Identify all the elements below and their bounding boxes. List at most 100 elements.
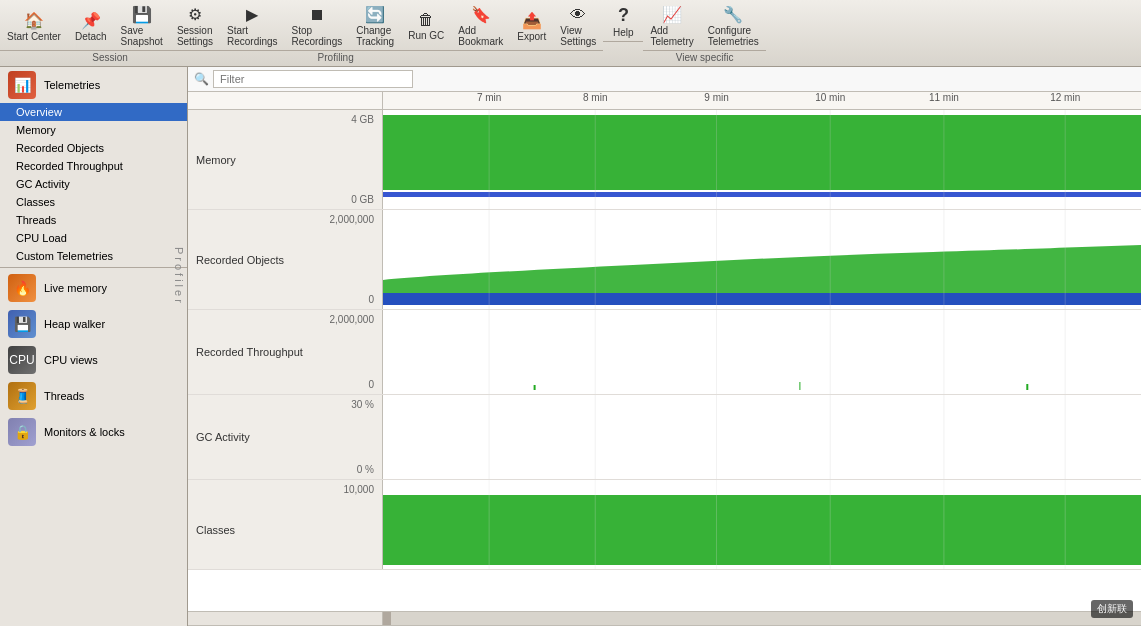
svg-rect-1 bbox=[383, 192, 1141, 197]
sidebar-item-threads[interactable]: 🧵 Threads bbox=[0, 378, 187, 414]
chart-row-recorded-throughput: 2,000,000 Recorded Throughput 0 bbox=[188, 310, 1141, 395]
heap-walker-icon: 💾 bbox=[8, 310, 36, 338]
run-gc-button[interactable]: 🗑 Run GC bbox=[401, 2, 451, 50]
cpu-views-icon: CPU bbox=[8, 346, 36, 374]
chart-label-area-recorded-objects: 2,000,000 Recorded Objects 0 bbox=[188, 210, 383, 309]
export-button[interactable]: 📤 Export bbox=[510, 2, 553, 50]
sidebar-item-heap-walker[interactable]: 💾 Heap walker bbox=[0, 306, 187, 342]
session-settings-label: SessionSettings bbox=[177, 25, 213, 47]
gc-activity-scale-top: 30 % bbox=[196, 399, 374, 410]
overview-label: Overview bbox=[16, 106, 62, 118]
chart-row-recorded-objects: 2,000,000 Recorded Objects 0 bbox=[188, 210, 1141, 310]
sidebar-item-threads-sub[interactable]: Threads bbox=[0, 211, 187, 229]
sidebar-item-classes[interactable]: Classes bbox=[0, 193, 187, 211]
help-group: ? Help bbox=[603, 2, 643, 64]
export-icon: 📤 bbox=[522, 11, 542, 30]
add-telemetry-button[interactable]: 📈 AddTelemetry bbox=[643, 2, 700, 50]
middle-group-label bbox=[451, 50, 603, 64]
configure-telemetries-icon: 🔧 bbox=[723, 5, 743, 24]
start-recordings-label: StartRecordings bbox=[227, 25, 278, 47]
sidebar-item-gc-activity[interactable]: GC Activity bbox=[0, 175, 187, 193]
toolbar: 🏠 Start Center 📌 Detach 💾 SaveSnapshot ⚙… bbox=[0, 0, 1141, 67]
detach-button[interactable]: 📌 Detach bbox=[68, 2, 114, 50]
change-tracking-button[interactable]: 🔄 ChangeTracking bbox=[349, 2, 401, 50]
memory-chart-canvas[interactable] bbox=[383, 110, 1141, 209]
sidebar-item-overview[interactable]: Overview bbox=[0, 103, 187, 121]
classes-label: Classes bbox=[16, 196, 55, 208]
chart-label-area-classes: 10,000 Classes bbox=[188, 480, 383, 569]
recorded-objects-scale-bottom: 0 bbox=[196, 294, 374, 305]
stop-recordings-label: StopRecordings bbox=[292, 25, 343, 47]
monitors-locks-label: Monitors & locks bbox=[44, 426, 125, 438]
sidebar-item-memory[interactable]: Memory bbox=[0, 121, 187, 139]
watermark-text: 创新联 bbox=[1097, 603, 1127, 614]
change-tracking-icon: 🔄 bbox=[365, 5, 385, 24]
sidebar-item-live-memory[interactable]: 🔥 Live memory bbox=[0, 270, 187, 306]
sidebar: 📊 Telemetries Overview Memory Recorded O… bbox=[0, 67, 188, 626]
gc-activity-chart-canvas[interactable] bbox=[383, 395, 1141, 479]
gc-activity-chart-label: GC Activity bbox=[196, 431, 374, 443]
save-snapshot-label: SaveSnapshot bbox=[121, 25, 163, 47]
save-snapshot-button[interactable]: 💾 SaveSnapshot bbox=[114, 2, 170, 50]
svg-rect-30 bbox=[383, 495, 1141, 565]
telemetries-label: Telemetries bbox=[44, 79, 100, 91]
time-label-10: 10 min bbox=[815, 92, 845, 103]
classes-scale-top: 10,000 bbox=[196, 484, 374, 495]
add-bookmark-button[interactable]: 🔖 AddBookmark bbox=[451, 2, 510, 50]
memory-chart-label: Memory bbox=[196, 154, 374, 166]
gc-activity-label: GC Activity bbox=[16, 178, 70, 190]
sidebar-item-monitors-locks[interactable]: 🔒 Monitors & locks bbox=[0, 414, 187, 450]
stop-recordings-button[interactable]: ⏹ StopRecordings bbox=[285, 2, 350, 50]
view-settings-button[interactable]: 👁 ViewSettings bbox=[553, 2, 603, 50]
help-icon: ? bbox=[618, 5, 629, 26]
scrollbar-track[interactable] bbox=[383, 612, 1141, 625]
main-container: 📊 Telemetries Overview Memory Recorded O… bbox=[0, 67, 1141, 626]
session-settings-button[interactable]: ⚙ SessionSettings bbox=[170, 2, 220, 50]
sidebar-item-custom-telemetries[interactable]: Custom Telemetries bbox=[0, 247, 187, 265]
detach-icon: 📌 bbox=[81, 11, 101, 30]
sidebar-item-cpu-load[interactable]: CPU Load bbox=[0, 229, 187, 247]
sidebar-item-telemetries[interactable]: 📊 Telemetries bbox=[0, 67, 187, 103]
recorded-throughput-label: Recorded Throughput bbox=[16, 160, 123, 172]
chart-row-classes: 10,000 Classes bbox=[188, 480, 1141, 570]
gc-activity-scale-bottom: 0 % bbox=[196, 464, 374, 475]
help-label: Help bbox=[613, 27, 634, 38]
start-center-button[interactable]: 🏠 Start Center bbox=[0, 2, 68, 50]
start-recordings-button[interactable]: ▶ StartRecordings bbox=[220, 2, 285, 50]
configure-telemetries-button[interactable]: 🔧 ConfigureTelemetries bbox=[701, 2, 766, 50]
configure-telemetries-label: ConfigureTelemetries bbox=[708, 25, 759, 47]
chart-label-area-recorded-throughput: 2,000,000 Recorded Throughput 0 bbox=[188, 310, 383, 394]
filter-input[interactable] bbox=[213, 70, 413, 88]
live-memory-label: Live memory bbox=[44, 282, 107, 294]
charts-container[interactable]: 4 GB Memory 0 GB bbox=[188, 110, 1141, 611]
svg-rect-8 bbox=[383, 293, 1141, 305]
export-label: Export bbox=[517, 31, 546, 42]
scrollbar-spacer bbox=[188, 612, 383, 625]
sidebar-item-recorded-throughput[interactable]: Recorded Throughput bbox=[0, 157, 187, 175]
help-button[interactable]: ? Help bbox=[603, 2, 643, 41]
scrollbar-area bbox=[188, 611, 1141, 625]
filter-bar: 🔍 bbox=[188, 67, 1141, 92]
memory-scale-bottom: 0 GB bbox=[196, 194, 374, 205]
watermark: 创新联 bbox=[1091, 600, 1133, 618]
add-telemetry-icon: 📈 bbox=[662, 5, 682, 24]
stop-recordings-icon: ⏹ bbox=[309, 6, 325, 24]
chart-label-area-memory: 4 GB Memory 0 GB bbox=[188, 110, 383, 209]
sidebar-divider-1 bbox=[0, 267, 187, 268]
heap-walker-label: Heap walker bbox=[44, 318, 105, 330]
content-area: 🔍 7 min 8 min 9 min 10 min 11 min 12 min… bbox=[188, 67, 1141, 626]
add-bookmark-label: AddBookmark bbox=[458, 25, 503, 47]
recorded-throughput-scale-bottom: 0 bbox=[196, 379, 374, 390]
recorded-objects-scale-top: 2,000,000 bbox=[196, 214, 374, 225]
recorded-throughput-scale-top: 2,000,000 bbox=[196, 314, 374, 325]
recorded-throughput-chart-canvas[interactable] bbox=[383, 310, 1141, 394]
time-label-9: 9 min bbox=[704, 92, 728, 103]
recorded-objects-chart-canvas[interactable] bbox=[383, 210, 1141, 309]
classes-chart-canvas[interactable] bbox=[383, 480, 1141, 569]
sidebar-item-cpu-views[interactable]: CPU CPU views bbox=[0, 342, 187, 378]
recorded-throughput-chart-label: Recorded Throughput bbox=[196, 346, 374, 358]
sidebar-item-recorded-objects[interactable]: Recorded Objects bbox=[0, 139, 187, 157]
add-bookmark-icon: 🔖 bbox=[471, 5, 491, 24]
scrollbar-thumb[interactable] bbox=[383, 612, 391, 625]
save-snapshot-icon: 💾 bbox=[132, 5, 152, 24]
